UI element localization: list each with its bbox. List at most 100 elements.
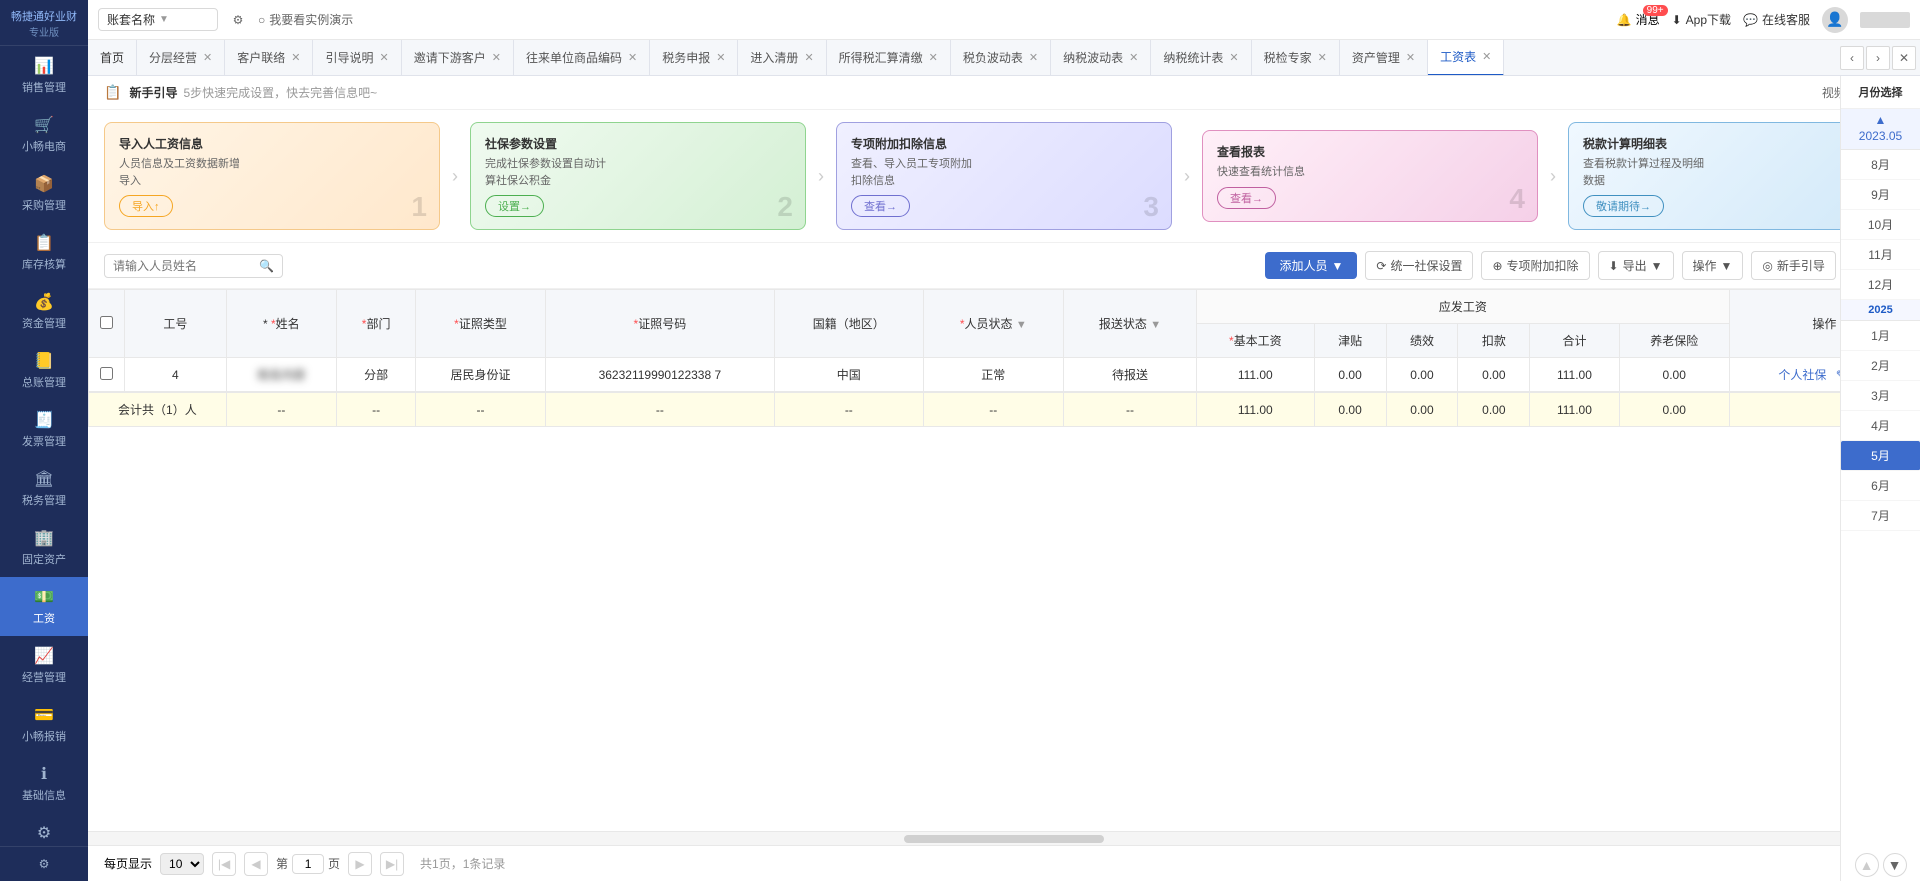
tab-close-1[interactable]: ✕ bbox=[203, 51, 212, 64]
row-checkbox[interactable] bbox=[100, 367, 113, 380]
sidebar-icon-发票管理: 🧾 bbox=[4, 410, 84, 430]
tab-close-11[interactable]: ✕ bbox=[1229, 51, 1238, 64]
sidebar-item-资金管理[interactable]: 💰 资金管理 bbox=[0, 282, 88, 341]
sidebar-settings-btn[interactable]: ⚙ bbox=[0, 846, 88, 881]
notice-button[interactable]: 🔔 消息 99+ bbox=[1617, 11, 1660, 28]
status-filter-icon[interactable]: ▼ bbox=[1016, 319, 1027, 331]
month-item-1月[interactable]: 1月 bbox=[1841, 321, 1920, 351]
tab-4[interactable]: 邀请下游客户✕ bbox=[402, 40, 514, 76]
page-size-select[interactable]: 10 20 50 bbox=[160, 853, 204, 875]
tab-close-all-btn[interactable]: ✕ bbox=[1892, 46, 1916, 70]
sidebar-icon-采购管理: 📦 bbox=[4, 174, 84, 194]
month-item-11月[interactable]: 11月 bbox=[1841, 240, 1920, 270]
tab-12[interactable]: 税检专家✕ bbox=[1252, 40, 1340, 76]
guide-button[interactable]: ◎ 新手引导 bbox=[1751, 251, 1836, 280]
account-selector[interactable]: 账套名称 ▼ bbox=[98, 8, 218, 31]
prev-page-btn[interactable]: ◀ bbox=[244, 852, 268, 876]
sidebar-item-总账管理[interactable]: 📒 总账管理 bbox=[0, 341, 88, 400]
month-item-5月[interactable]: 5月 bbox=[1841, 441, 1920, 471]
tab-next-btn[interactable]: › bbox=[1866, 46, 1890, 70]
month-item-6月[interactable]: 6月 bbox=[1841, 471, 1920, 501]
tab-close-13[interactable]: ✕ bbox=[1406, 51, 1415, 64]
tab-10[interactable]: 纳税波动表✕ bbox=[1051, 40, 1151, 76]
month-item-2月[interactable]: 2月 bbox=[1841, 351, 1920, 381]
additional-deduction-button[interactable]: ⊕ 专项附加扣除 bbox=[1481, 251, 1589, 280]
month-item-7月[interactable]: 7月 bbox=[1841, 501, 1920, 531]
tab-6[interactable]: 税务申报✕ bbox=[650, 40, 738, 76]
tab-close-3[interactable]: ✕ bbox=[380, 51, 389, 64]
month-item-3月[interactable]: 3月 bbox=[1841, 381, 1920, 411]
sidebar-item-发票管理[interactable]: 🧾 发票管理 bbox=[0, 400, 88, 459]
sidebar-item-采购管理[interactable]: 📦 采购管理 bbox=[0, 164, 88, 223]
step-1-btn[interactable]: 导入↑ bbox=[119, 195, 173, 217]
last-page-btn[interactable]: ▶| bbox=[380, 852, 404, 876]
tab-8[interactable]: 所得税汇算清缴✕ bbox=[827, 40, 951, 76]
tab-close-8[interactable]: ✕ bbox=[929, 51, 938, 64]
sidebar-item-固定资产[interactable]: 🏢 固定资产 bbox=[0, 518, 88, 577]
tab-close-14[interactable]: ✕ bbox=[1482, 50, 1491, 63]
month-item-10月[interactable]: 10月 bbox=[1841, 210, 1920, 240]
tab-close-2[interactable]: ✕ bbox=[291, 51, 300, 64]
month-panel-up-btn[interactable]: ▲ bbox=[1855, 853, 1879, 877]
step-5-btn[interactable]: 敬请期待→ bbox=[1583, 195, 1664, 217]
user-menu-button[interactable] bbox=[1860, 12, 1910, 28]
tab-close-12[interactable]: ✕ bbox=[1318, 51, 1327, 64]
tab-1[interactable]: 分层经营✕ bbox=[137, 40, 225, 76]
sidebar-item-系统管理[interactable]: ⚙ 系统管理 bbox=[0, 813, 88, 846]
export-button[interactable]: ⬇ 导出 ▼ bbox=[1598, 251, 1674, 280]
download-icon: ⬇ bbox=[1672, 13, 1682, 27]
tab-7[interactable]: 进入清册✕ bbox=[738, 40, 826, 76]
month-item-4月[interactable]: 4月 bbox=[1841, 411, 1920, 441]
report-filter-icon[interactable]: ▼ bbox=[1150, 319, 1161, 331]
tab-close-9[interactable]: ✕ bbox=[1029, 51, 1038, 64]
sidebar-item-库存核算[interactable]: 📋 库存核算 bbox=[0, 223, 88, 282]
month-item-12月[interactable]: 12月 bbox=[1841, 270, 1920, 300]
sidebar-item-经营管理[interactable]: 📈 经营管理 bbox=[0, 636, 88, 695]
online-service-button[interactable]: 💬 在线客服 bbox=[1743, 11, 1810, 28]
tab-close-4[interactable]: ✕ bbox=[492, 51, 501, 64]
tab-0[interactable]: 首页 bbox=[88, 40, 137, 76]
tab-5[interactable]: 往来单位商品编码✕ bbox=[514, 40, 650, 76]
settings-button[interactable]: ⚙ bbox=[224, 6, 252, 34]
tab-13[interactable]: 资产管理✕ bbox=[1340, 40, 1428, 76]
sidebar-item-小畅报销[interactable]: 💳 小畅报销 bbox=[0, 695, 88, 754]
add-person-button[interactable]: 添加人员 ▼ bbox=[1265, 252, 1357, 279]
row-nationality: 中国 bbox=[775, 358, 924, 393]
search-icon[interactable]: 🔍 bbox=[259, 259, 274, 273]
scroll-thumb[interactable] bbox=[904, 835, 1104, 843]
sidebar-item-基础信息[interactable]: ℹ 基础信息 bbox=[0, 754, 88, 813]
step-2-btn[interactable]: 设置→ bbox=[485, 195, 544, 217]
sidebar-item-销售管理[interactable]: 📊 销售管理 bbox=[0, 46, 88, 105]
demo-link[interactable]: ○ 我要看实例演示 bbox=[258, 11, 353, 28]
next-page-btn[interactable]: ▶ bbox=[348, 852, 372, 876]
tab-2[interactable]: 客户联络✕ bbox=[225, 40, 313, 76]
personal-social-btn[interactable]: 个人社保 bbox=[1778, 368, 1826, 382]
sidebar-item-税务管理[interactable]: 🏛 税务管理 bbox=[0, 459, 88, 518]
tab-3[interactable]: 引导说明✕ bbox=[313, 40, 401, 76]
row-deduction: 0.00 bbox=[1458, 358, 1530, 393]
tab-close-6[interactable]: ✕ bbox=[716, 51, 725, 64]
sidebar-item-工资[interactable]: 💵 工资 bbox=[0, 577, 88, 636]
month-item-8月[interactable]: 8月 bbox=[1841, 150, 1920, 180]
month-item-9月[interactable]: 9月 bbox=[1841, 180, 1920, 210]
tab-close-5[interactable]: ✕ bbox=[628, 51, 637, 64]
tab-9[interactable]: 税负波动表✕ bbox=[951, 40, 1051, 76]
tab-11[interactable]: 纳税统计表✕ bbox=[1151, 40, 1251, 76]
tab-14[interactable]: 工资表✕ bbox=[1428, 40, 1504, 76]
step-4-btn[interactable]: 查看→ bbox=[1217, 187, 1276, 209]
tab-close-7[interactable]: ✕ bbox=[804, 51, 813, 64]
user-avatar[interactable]: 👤 bbox=[1822, 7, 1848, 33]
step-3-btn[interactable]: 查看→ bbox=[851, 195, 910, 217]
operate-button[interactable]: 操作 ▼ bbox=[1682, 251, 1744, 280]
search-input[interactable] bbox=[113, 259, 253, 273]
select-all-checkbox[interactable] bbox=[100, 316, 113, 329]
month-nav-up[interactable]: ▲ bbox=[1847, 113, 1914, 127]
page-number-input[interactable] bbox=[292, 854, 324, 874]
app-download-button[interactable]: ⬇ App下载 bbox=[1672, 11, 1731, 28]
social-security-button[interactable]: ⟳ 统一社保设置 bbox=[1365, 251, 1473, 280]
month-panel-down-btn[interactable]: ▼ bbox=[1883, 853, 1907, 877]
tab-close-10[interactable]: ✕ bbox=[1129, 51, 1138, 64]
first-page-btn[interactable]: |◀ bbox=[212, 852, 236, 876]
tab-prev-btn[interactable]: ‹ bbox=[1840, 46, 1864, 70]
sidebar-item-小畅电商[interactable]: 🛒 小畅电商 bbox=[0, 105, 88, 164]
